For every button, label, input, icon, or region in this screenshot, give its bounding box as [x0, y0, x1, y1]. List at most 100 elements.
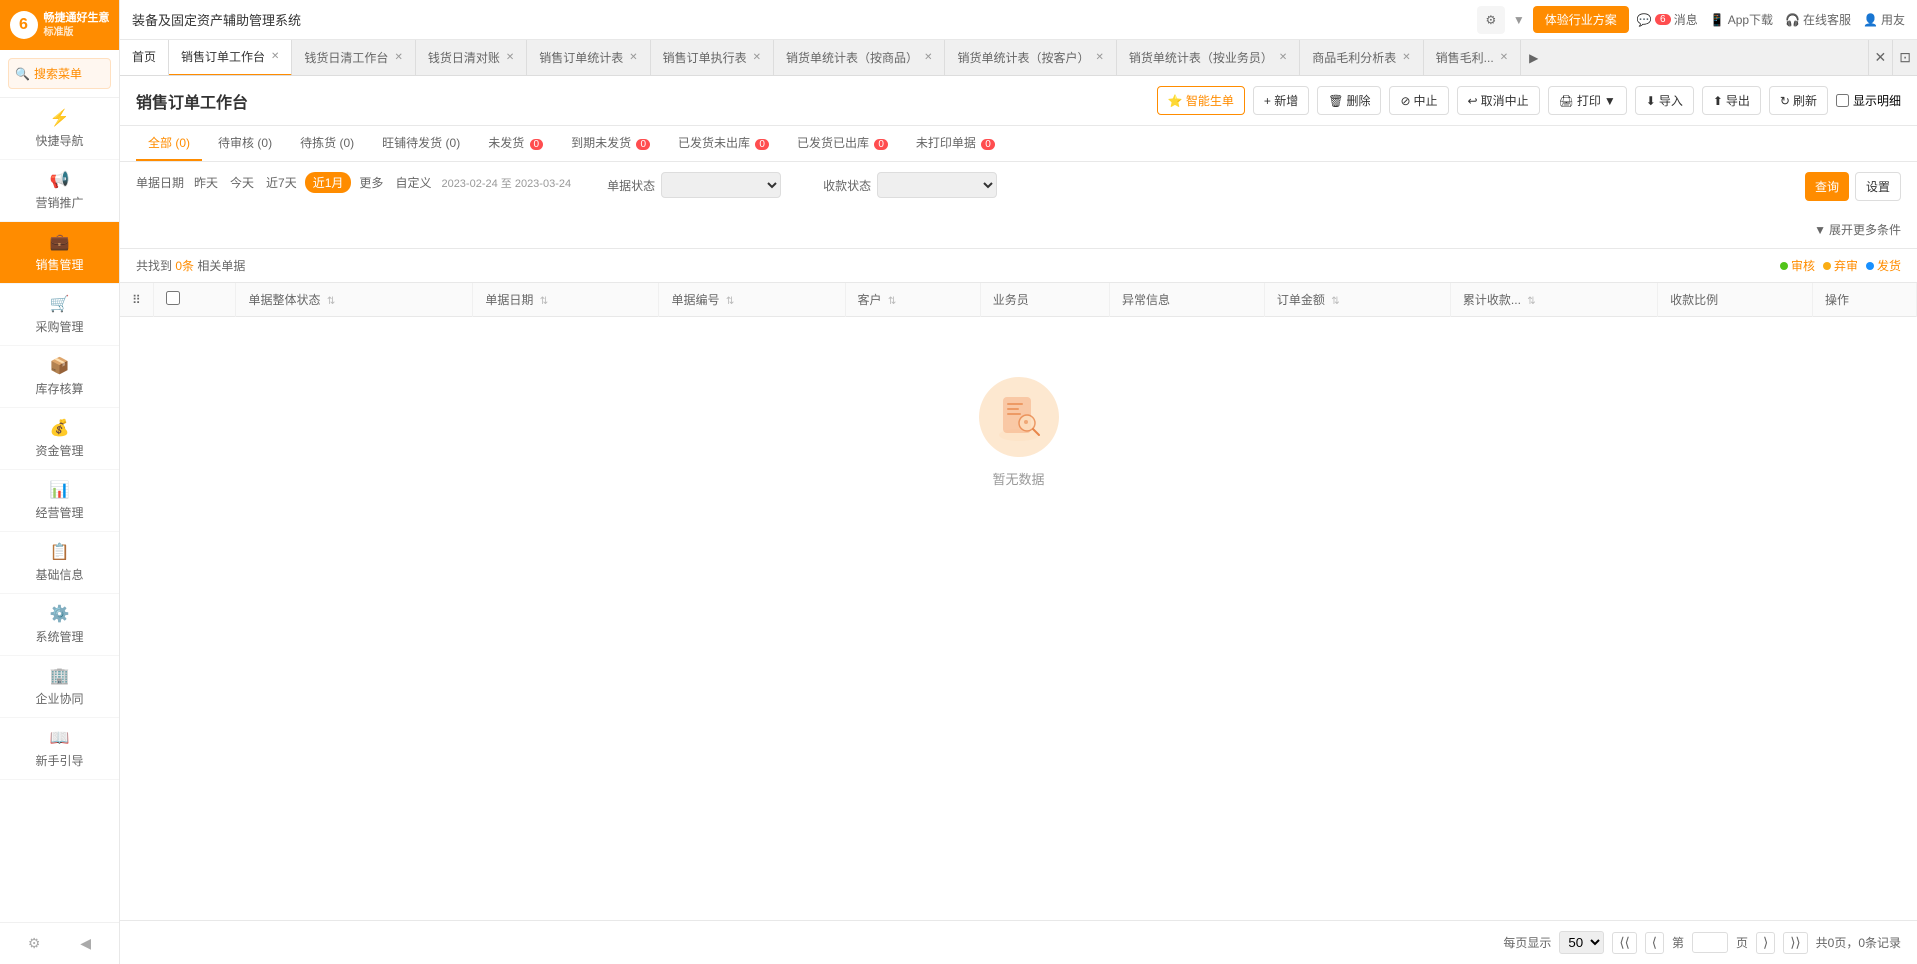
collected-sort-icon[interactable]: ⇅	[1527, 296, 1535, 307]
subtab-not-printed[interactable]: 未打印单据 0	[904, 126, 1007, 161]
tab-cash-reconcile-close[interactable]: ✕	[506, 52, 514, 63]
subtab-shipped-out[interactable]: 已发货已出库 0	[785, 126, 900, 161]
system-icon: ⚙️	[50, 604, 70, 624]
subtab-shipped-not-out[interactable]: 已发货未出库 0	[666, 126, 781, 161]
date-sort-icon[interactable]: ⇅	[540, 296, 548, 307]
page-last-btn[interactable]: ⟩⟩	[1783, 932, 1807, 954]
tab-sales-workbench[interactable]: 销售订单工作台 ✕	[169, 40, 292, 76]
message-label: 消息	[1674, 11, 1698, 28]
sidebar-item-operation[interactable]: 📊 经营管理	[0, 470, 119, 532]
tabbar-close-all[interactable]: ✕	[1868, 40, 1893, 76]
per-page-select[interactable]: 50	[1559, 931, 1604, 954]
tab-sales-stat4[interactable]: 销货单统计表（按业务员） ✕	[1117, 40, 1300, 76]
add-btn[interactable]: + 新增	[1253, 86, 1309, 115]
page-next-btn[interactable]: ⟩	[1756, 932, 1775, 954]
payment-filter-select[interactable]	[877, 172, 997, 198]
select-all-checkbox[interactable]	[166, 291, 180, 305]
tab-sales-more[interactable]: 销售毛利... ✕	[1424, 40, 1521, 76]
import-btn[interactable]: ⬇ 导入	[1635, 86, 1694, 115]
user-action[interactable]: 👤 用友	[1863, 11, 1905, 28]
stop-btn[interactable]: ⊘ 中止	[1389, 86, 1448, 115]
subtab-overdue[interactable]: 到期未发货 0	[559, 126, 662, 161]
app-download-action[interactable]: 📱 App下载	[1710, 11, 1773, 28]
tab-sales-stat3[interactable]: 销货单统计表（按客户） ✕	[945, 40, 1116, 76]
tab-sales-stat2-close[interactable]: ✕	[924, 52, 932, 63]
delete-btn[interactable]: 🗑 删除	[1317, 86, 1381, 115]
tab-sales-more-close[interactable]: ✕	[1500, 52, 1508, 63]
sidebar-item-quick-nav[interactable]: ⚡ 快捷导航	[0, 98, 119, 160]
tab-sales-stat4-close[interactable]: ✕	[1279, 52, 1287, 63]
sidebar-item-basic[interactable]: 📋 基础信息	[0, 532, 119, 594]
show-detail-label[interactable]: 显示明细	[1836, 92, 1901, 109]
sidebar-item-enterprise[interactable]: 🏢 企业协同	[0, 656, 119, 718]
page-first-btn[interactable]: ⟨⟨	[1612, 932, 1636, 954]
date-opt-yesterday[interactable]: 昨天	[190, 172, 222, 193]
subtab-not-shipped[interactable]: 未发货 0	[476, 126, 555, 161]
tab-sales-exec-close[interactable]: ✕	[753, 52, 761, 63]
tab-sales-stat1[interactable]: 销售订单统计表 ✕	[527, 40, 650, 76]
amount-sort-icon[interactable]: ⇅	[1331, 296, 1339, 307]
sidebar-item-system[interactable]: ⚙️ 系统管理	[0, 594, 119, 656]
date-opt-today[interactable]: 今天	[226, 172, 258, 193]
message-action[interactable]: 💬 6 消息	[1637, 11, 1698, 28]
print-btn[interactable]: 🖨 打印 ▼	[1548, 86, 1627, 115]
sidebar-search[interactable]: 🔍 搜索菜单	[0, 50, 119, 98]
ship-action[interactable]: 发货	[1866, 257, 1901, 274]
subtab-pending-pickup[interactable]: 待拣货 (0)	[288, 126, 366, 161]
cancel-audit-action[interactable]: 弃审	[1823, 257, 1858, 274]
customer-sort-icon[interactable]: ⇅	[888, 296, 896, 307]
expand-arrow-icon: ▼	[1814, 223, 1826, 237]
tab-sales-stat2[interactable]: 销货单统计表（按商品） ✕	[774, 40, 945, 76]
sidebar-item-marketing[interactable]: 📢 营销推广	[0, 160, 119, 222]
expand-filter-btn[interactable]: ▼ 展开更多条件	[1814, 221, 1901, 238]
tabbar-maximize[interactable]: ⊡	[1892, 40, 1917, 76]
page-prev-btn[interactable]: ⟨	[1645, 932, 1664, 954]
collapse-icon[interactable]: ◀	[76, 931, 95, 956]
sidebar-item-purchase[interactable]: 🛒 采购管理	[0, 284, 119, 346]
date-opt-7days[interactable]: 近7天	[262, 172, 301, 193]
sidebar-item-finance[interactable]: 💰 资金管理	[0, 408, 119, 470]
show-detail-checkbox[interactable]	[1836, 94, 1849, 107]
topbar-gear-icon[interactable]: ⚙	[1477, 6, 1505, 34]
tab-sales-workbench-close[interactable]: ✕	[271, 51, 279, 62]
query-btn[interactable]: 查询	[1805, 172, 1849, 201]
date-opt-1month[interactable]: 近1月	[305, 172, 352, 193]
trial-btn[interactable]: 体验行业方案	[1533, 6, 1629, 33]
tab-sales-exec[interactable]: 销售订单执行表 ✕	[651, 40, 774, 76]
subtab-all[interactable]: 全部 (0)	[136, 126, 202, 161]
tab-cash-daily-close[interactable]: ✕	[394, 52, 402, 63]
audit-action[interactable]: 审核	[1780, 257, 1815, 274]
sidebar-item-stock[interactable]: 📦 库存核算	[0, 346, 119, 408]
search-menu-button[interactable]: 🔍 搜索菜单	[8, 58, 111, 89]
online-service-action[interactable]: 🎧 在线客服	[1785, 11, 1851, 28]
col-checkbox[interactable]	[153, 283, 236, 317]
subtab-pending-review[interactable]: 待审核 (0)	[206, 126, 284, 161]
tab-gross-profit[interactable]: 商品毛利分析表 ✕	[1300, 40, 1423, 76]
sidebar-item-guide[interactable]: 📖 新手引导	[0, 718, 119, 780]
refresh-btn[interactable]: ↻ 刷新	[1769, 86, 1828, 115]
cancel-stop-btn[interactable]: ↩ 取消中止	[1457, 86, 1540, 115]
date-opt-custom[interactable]: 自定义	[391, 172, 435, 193]
tab-cash-daily[interactable]: 钱货日清工作台 ✕	[292, 40, 415, 76]
smart-create-btn[interactable]: ⭐ 智能生单	[1157, 86, 1245, 115]
tabbar-more-btn[interactable]: ▶	[1521, 51, 1546, 65]
tab-sales-stat1-close[interactable]: ✕	[629, 52, 637, 63]
export-btn[interactable]: ⬆ 导出	[1702, 86, 1761, 115]
page-number-input[interactable]: 1	[1692, 932, 1728, 953]
tab-home[interactable]: 首页	[120, 40, 169, 76]
tab-gross-profit-close[interactable]: ✕	[1402, 52, 1410, 63]
number-sort-icon[interactable]: ⇅	[726, 296, 734, 307]
tab-sales-stat3-close[interactable]: ✕	[1095, 52, 1103, 63]
subtab-wangpu[interactable]: 旺铺待发货 (0)	[370, 126, 472, 161]
settings-icon[interactable]: ⚙	[24, 931, 45, 956]
status-sort-icon[interactable]: ⇅	[327, 296, 335, 307]
date-opt-more[interactable]: 更多	[355, 172, 387, 193]
setting-btn[interactable]: 设置	[1855, 172, 1901, 201]
empty-text: 暂无数据	[992, 469, 1044, 488]
main-area: 装备及固定资产辅助管理系统 ⚙ ▼ 体验行业方案 💬 6 消息 📱 App下载 …	[120, 0, 1917, 964]
audit-dot	[1780, 262, 1788, 270]
status-filter-select[interactable]	[661, 172, 781, 198]
sidebar-item-sales[interactable]: 💼 销售管理	[0, 222, 119, 284]
tab-cash-reconcile[interactable]: 钱货日清对账 ✕	[416, 40, 527, 76]
dropdown-arrow-icon[interactable]: ▼	[1513, 13, 1525, 27]
